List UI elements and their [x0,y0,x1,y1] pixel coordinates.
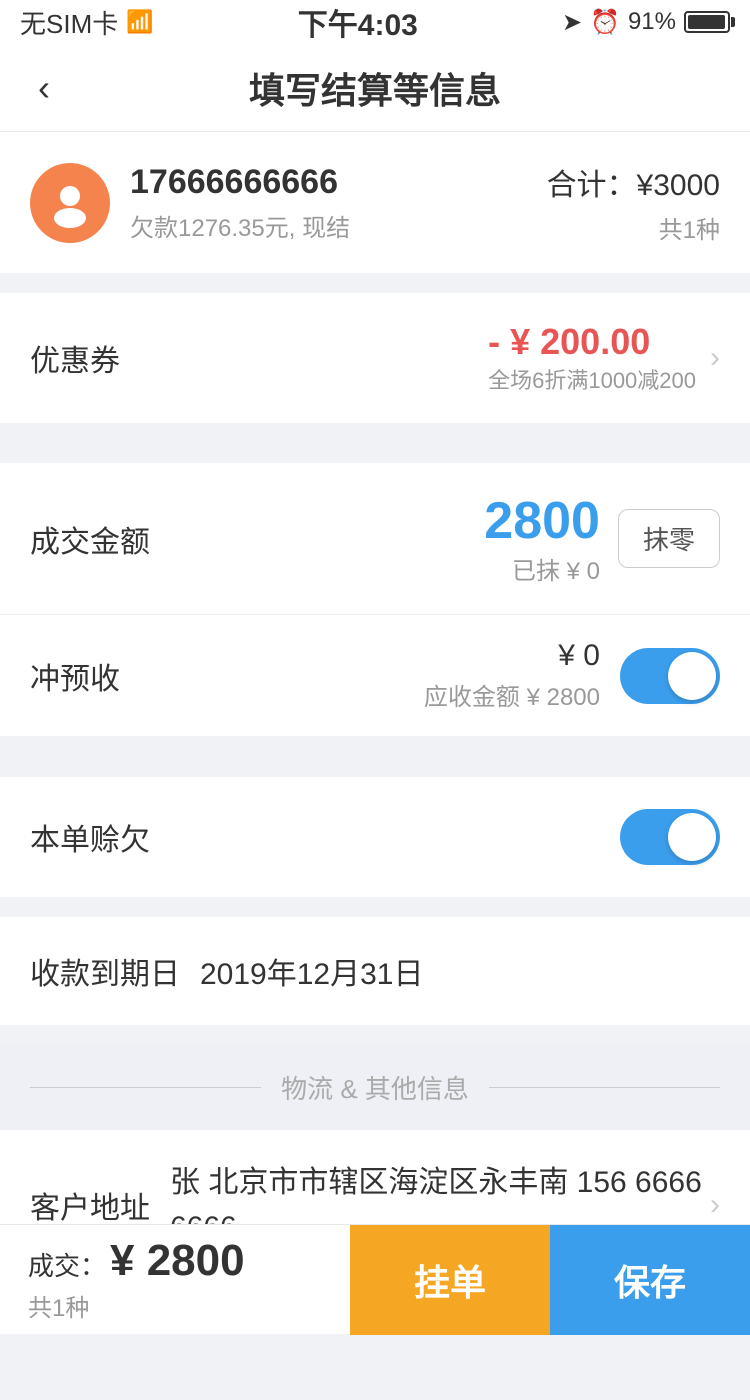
battery-icon [684,11,730,33]
status-right: ➤ ⏰ 91% [562,8,730,37]
transaction-amount: 2800 [484,491,600,551]
content: 17666666666 欠款1276.35元, 现结 合计：¥3000 共1种 … [0,132,750,1400]
due-date-label: 收款到期日 [30,949,180,993]
customer-phone: 17666666666 [130,163,350,202]
bottom-total-amount: ¥ 2800 [110,1236,245,1286]
precharge-right: ¥ 0 应收金额 ¥ 2800 [424,639,600,712]
precharge-row: 冲预收 ¥ 0 应收金额 ¥ 2800 [0,615,750,737]
address-chevron-icon: › [710,1188,720,1222]
round-button[interactable]: 抹零 [618,509,720,568]
bottom-count: 共1种 [28,1288,322,1323]
nav-bar: ‹ 填写结算等信息 [0,44,750,132]
bottom-total-prefix: 成交： [28,1246,106,1283]
avatar [30,163,110,243]
debt-label: 本单赊欠 [30,815,150,859]
customer-card: 17666666666 欠款1276.35元, 现结 合计：¥3000 共1种 [0,132,750,273]
debt-toggle-knob [668,813,716,861]
debt-section: 本单赊欠 [0,777,750,897]
status-time: 下午4:03 [298,0,418,44]
due-date-value: 2019年12月31日 [200,949,423,993]
precharge-label: 冲预收 [30,654,120,698]
precharge-amount: ¥ 0 [424,639,600,673]
divider-line-right [489,1087,720,1088]
location-icon: ➤ [562,8,582,37]
page-title: 填写结算等信息 [249,62,501,114]
transaction-value-area: 2800 已抹 ¥ 0 抹零 [484,491,720,586]
bottom-bar: 成交： ¥ 2800 共1种 挂单 保存 [0,1224,750,1334]
status-left: 无SIM卡 📶 [20,4,154,41]
transaction-right-col: 2800 已抹 ¥ 0 [484,491,600,586]
section-separator [0,443,750,463]
transaction-row: 成交金额 2800 已抹 ¥ 0 抹零 [0,463,750,615]
coupon-discount: - ¥ 200.00 [488,321,696,363]
carrier-text: 无SIM卡 [20,4,118,41]
debt-toggle[interactable] [620,809,720,865]
transaction-amount-sub: 已抹 ¥ 0 [484,551,600,586]
address-label: 客户地址 [30,1183,150,1227]
coupon-label: 优惠券 [30,336,120,380]
logistics-divider: 物流 & 其他信息 [0,1045,750,1130]
toggle-knob [668,652,716,700]
section-separator-2 [0,737,750,757]
logistics-label: 物流 & 其他信息 [281,1069,469,1106]
alarm-icon: ⏰ [590,8,620,37]
transaction-label: 成交金额 [30,517,150,561]
customer-right: 合计：¥3000 共1种 [547,160,720,245]
precharge-sub: 应收金额 ¥ 2800 [424,677,600,712]
status-bar: 无SIM卡 📶 下午4:03 ➤ ⏰ 91% [0,0,750,44]
back-button[interactable]: ‹ [28,57,60,119]
divider-line-left [30,1087,261,1088]
customer-left: 17666666666 欠款1276.35元, 现结 [30,163,350,243]
transaction-section: 成交金额 2800 已抹 ¥ 0 抹零 冲预收 ¥ 0 应收金额 ¥ 2800 [0,463,750,737]
customer-info: 17666666666 欠款1276.35元, 现结 [130,163,350,243]
chevron-right-icon: › [710,341,720,375]
wifi-icon: 📶 [126,9,153,35]
battery-text: 91% [628,8,676,36]
save-button[interactable]: 保存 [550,1225,750,1335]
coupon-row[interactable]: 优惠券 - ¥ 200.00 全场6折满1000减200 › [0,293,750,423]
pending-button[interactable]: 挂单 [350,1225,550,1335]
precharge-right-area: ¥ 0 应收金额 ¥ 2800 [424,639,720,712]
coupon-desc: 全场6折满1000减200 [488,363,696,395]
bottom-summary: 成交： ¥ 2800 共1种 [0,1236,350,1323]
coupon-right: - ¥ 200.00 全场6折满1000减200 › [488,321,720,395]
customer-total: 合计：¥3000 [547,160,720,204]
customer-debt: 欠款1276.35元, 现结 [130,208,350,243]
customer-count: 共1种 [547,210,720,245]
due-date-section: 收款到期日 2019年12月31日 [0,917,750,1025]
precharge-toggle[interactable] [620,648,720,704]
